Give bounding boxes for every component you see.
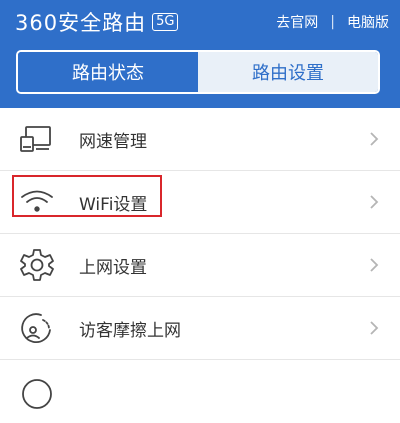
tab-bar: 路由状态 路由设置 [16, 50, 380, 94]
chevron-right-icon [368, 257, 380, 273]
chevron-right-icon [368, 131, 380, 147]
official-site-link[interactable]: 去官网 [276, 12, 318, 32]
5g-badge: 5G [152, 13, 179, 31]
wifi-icon [19, 184, 55, 220]
link-separator: | [330, 14, 335, 30]
menu-item-internet-settings[interactable]: 上网设置 [0, 234, 400, 297]
app-header: 360安全路由 5G 去官网 | 电脑版 路由状态 路由设置 [0, 0, 400, 108]
top-links: 去官网 | 电脑版 [276, 12, 389, 32]
menu-item-wifi-settings[interactable]: WiFi设置 [0, 171, 400, 234]
menu-item-partial[interactable] [0, 360, 400, 423]
speed-manage-icon [19, 121, 55, 157]
guest-icon [19, 310, 55, 346]
partial-icon [19, 374, 55, 410]
tab-router-status[interactable]: 路由状态 [18, 52, 198, 92]
tab-router-settings[interactable]: 路由设置 [198, 52, 378, 92]
chevron-right-icon [368, 320, 380, 336]
menu-label: WiFi设置 [79, 194, 148, 215]
menu-item-speed-manage[interactable]: 网速管理 [0, 108, 400, 171]
settings-menu: 网速管理 WiFi设置 上网设置 访客摩擦上网 [0, 108, 400, 423]
brand: 360安全路由 5G [15, 8, 179, 36]
brand-name: 360安全路由 [15, 11, 147, 35]
menu-label: 上网设置 [79, 257, 147, 278]
gear-icon [19, 247, 55, 283]
menu-label: 网速管理 [79, 131, 147, 152]
menu-item-guest-network[interactable]: 访客摩擦上网 [0, 297, 400, 360]
chevron-right-icon [368, 194, 380, 210]
menu-label: 访客摩擦上网 [79, 320, 181, 341]
desktop-version-link[interactable]: 电脑版 [347, 12, 389, 32]
